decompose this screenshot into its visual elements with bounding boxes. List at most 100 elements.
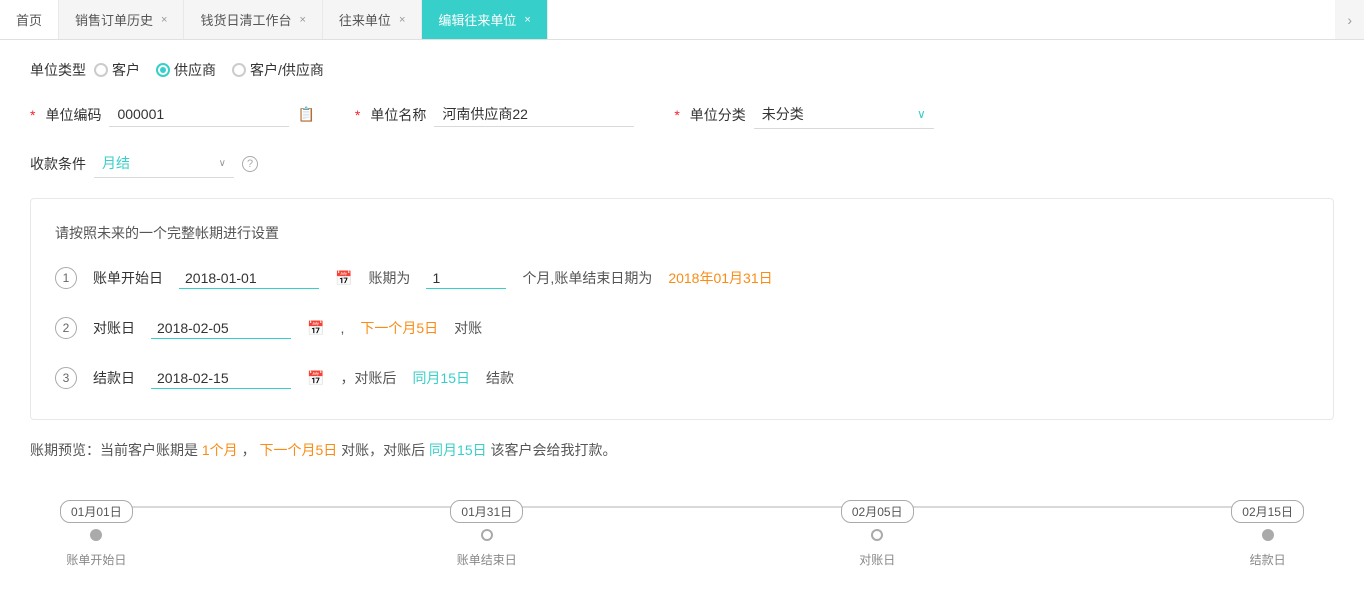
unit-name-star: * [355, 107, 360, 123]
step-2-num: 2 [55, 317, 77, 339]
payment-term-help-icon[interactable]: ? [242, 156, 258, 172]
tab-partner-label: 往来单位 [339, 10, 391, 29]
tab-sales-history[interactable]: 销售订单历史 × [59, 0, 184, 39]
preview-sep1: ， [242, 442, 256, 458]
tab-cash-work-close[interactable]: × [299, 14, 305, 26]
radio-customer-label: 客户 [112, 60, 140, 80]
timeline-date-0: 01月01日 [60, 500, 133, 523]
radio-both-label: 客户/供应商 [250, 60, 324, 80]
tab-home[interactable]: 首页 [0, 0, 59, 39]
step-3-row: 3 结款日 📅 ，对账后 同月15日 结款 [55, 367, 1309, 389]
unit-code-copy-icon[interactable]: 📋 [297, 106, 314, 123]
unit-category-label: 单位分类 [690, 105, 746, 125]
step-2-suffix: 对账 [454, 318, 482, 338]
preview-part1: 1个月 [202, 442, 238, 458]
step-2-calendar-icon[interactable]: 📅 [307, 320, 324, 337]
radio-supplier-circle [156, 63, 170, 77]
payment-term-select[interactable]: 月结 ∨ [94, 149, 234, 178]
radio-customer[interactable]: 客户 [94, 60, 140, 80]
preview-section: 账期预览：当前客户账期是 1个月 ， 下一个月5日 对账，对账后 同月15日 该… [30, 440, 1334, 460]
radio-both-circle [232, 63, 246, 77]
preview-label: 账期预览：当前客户账期是 [30, 442, 198, 458]
tab-edit-partner-label: 编辑往来单位 [438, 10, 516, 29]
unit-type-row: 单位类型 客户 供应商 客户/供应商 [30, 60, 1334, 80]
unit-category-group: * 单位分类 未分类 ∨ [674, 100, 933, 129]
timeline-node-1 [481, 529, 493, 541]
timeline-date-1: 01月31日 [450, 500, 523, 523]
timeline-node-0 [90, 529, 102, 541]
timeline-point-1: 01月31日 账单结束日 [450, 484, 523, 568]
unit-category-chevron-icon: ∨ [917, 107, 926, 121]
unit-type-radios: 客户 供应商 客户/供应商 [94, 60, 324, 80]
unit-category-value: 未分类 [762, 104, 917, 124]
unit-name-input[interactable] [434, 102, 634, 127]
unit-code-star: * [30, 107, 35, 123]
step-3-calendar-icon[interactable]: 📅 [307, 370, 324, 387]
step-1-period-label: 账期为 [368, 268, 410, 288]
step-1-date-input[interactable] [179, 268, 319, 289]
main-content: 单位类型 客户 供应商 客户/供应商 * 单位编码 [0, 40, 1364, 608]
tab-cash-work-label: 钱货日清工作台 [200, 10, 291, 29]
step-2-row: 2 对账日 📅 , 下一个月5日 对账 [55, 317, 1309, 339]
unit-type-label: 单位类型 [30, 60, 86, 80]
payment-term-label: 收款条件 [30, 154, 86, 174]
radio-both[interactable]: 客户/供应商 [232, 60, 324, 80]
step-1-label: 账单开始日 [93, 268, 163, 288]
payment-term-row: 收款条件 月结 ∨ ? [30, 149, 1334, 178]
settings-card-title: 请按照未来的一个完整帐期进行设置 [55, 223, 1309, 243]
unit-category-star: * [674, 107, 679, 123]
timeline-label-2: 对账日 [859, 551, 895, 568]
tab-scroll-arrow[interactable]: › [1335, 0, 1364, 39]
step-1-end-date: 2018年01月31日 [668, 268, 772, 288]
timeline-label-0: 账单开始日 [66, 551, 126, 568]
step-1-num: 1 [55, 267, 77, 289]
tab-sales-history-close[interactable]: × [161, 14, 167, 26]
preview-sep2: 对账，对账后 [341, 442, 425, 458]
preview-part3: 同月15日 [429, 442, 487, 458]
timeline-label-3: 结款日 [1250, 551, 1286, 568]
step-3-date-input[interactable] [151, 368, 291, 389]
step-3-prefix: ，对账后 [340, 368, 396, 388]
unit-category-dropdown[interactable]: 未分类 ∨ [754, 100, 934, 129]
unit-name-group: * 单位名称 [355, 102, 634, 127]
timeline-points: 01月01日 账单开始日 01月31日 账单结束日 02月05日 对账日 02月… [60, 484, 1304, 568]
step-3-suffix: 结款 [486, 368, 514, 388]
step-2-label: 对账日 [93, 318, 135, 338]
step-1-period-input[interactable] [426, 268, 506, 289]
timeline-point-3: 02月15日 结款日 [1231, 484, 1304, 568]
timeline-date-2: 02月05日 [841, 500, 914, 523]
step-1-period-unit: 个月,账单结束日期为 [522, 268, 652, 288]
timeline-point-2: 02月05日 对账日 [841, 484, 914, 568]
unit-name-label: 单位名称 [370, 105, 426, 125]
tab-bar: 首页 销售订单历史 × 钱货日清工作台 × 往来单位 × 编辑往来单位 × › [0, 0, 1364, 40]
tab-sales-history-label: 销售订单历史 [75, 10, 153, 29]
timeline-label-1: 账单结束日 [457, 551, 517, 568]
unit-code-label: 单位编码 [45, 105, 101, 125]
payment-term-value: 月结 [102, 153, 215, 173]
timeline-node-2 [871, 529, 883, 541]
tab-partner[interactable]: 往来单位 × [323, 0, 422, 39]
radio-supplier-label: 供应商 [174, 60, 216, 80]
tab-edit-partner[interactable]: 编辑往来单位 × [422, 0, 547, 39]
timeline-date-3: 02月15日 [1231, 500, 1304, 523]
timeline-node-3 [1262, 529, 1274, 541]
timeline-point-0: 01月01日 账单开始日 [60, 484, 133, 568]
step-2-date-input[interactable] [151, 318, 291, 339]
timeline-wrapper: 01月01日 账单开始日 01月31日 账单结束日 02月05日 对账日 02月… [30, 484, 1334, 568]
preview-part2: 下一个月5日 [259, 442, 337, 458]
settings-card: 请按照未来的一个完整帐期进行设置 1 账单开始日 📅 账期为 个月,账单结束日期… [30, 198, 1334, 420]
unit-type-group: 单位类型 客户 供应商 客户/供应商 [30, 60, 324, 80]
radio-supplier[interactable]: 供应商 [156, 60, 216, 80]
step-3-highlight: 同月15日 [412, 368, 470, 388]
step-3-num: 3 [55, 367, 77, 389]
payment-term-arrow-icon: ∨ [219, 158, 226, 169]
step-1-calendar-icon[interactable]: 📅 [335, 270, 352, 287]
tab-cash-work[interactable]: 钱货日清工作台 × [184, 0, 322, 39]
tab-partner-close[interactable]: × [399, 14, 405, 26]
tab-edit-partner-close[interactable]: × [524, 14, 530, 26]
unit-code-input[interactable] [109, 102, 289, 127]
step-3-label: 结款日 [93, 368, 135, 388]
step-2-highlight: 下一个月5日 [360, 318, 438, 338]
unit-info-row: * 单位编码 📋 * 单位名称 * 单位分类 未分类 ∨ [30, 100, 1334, 129]
preview-end: 该客户会给我打款。 [491, 442, 617, 458]
